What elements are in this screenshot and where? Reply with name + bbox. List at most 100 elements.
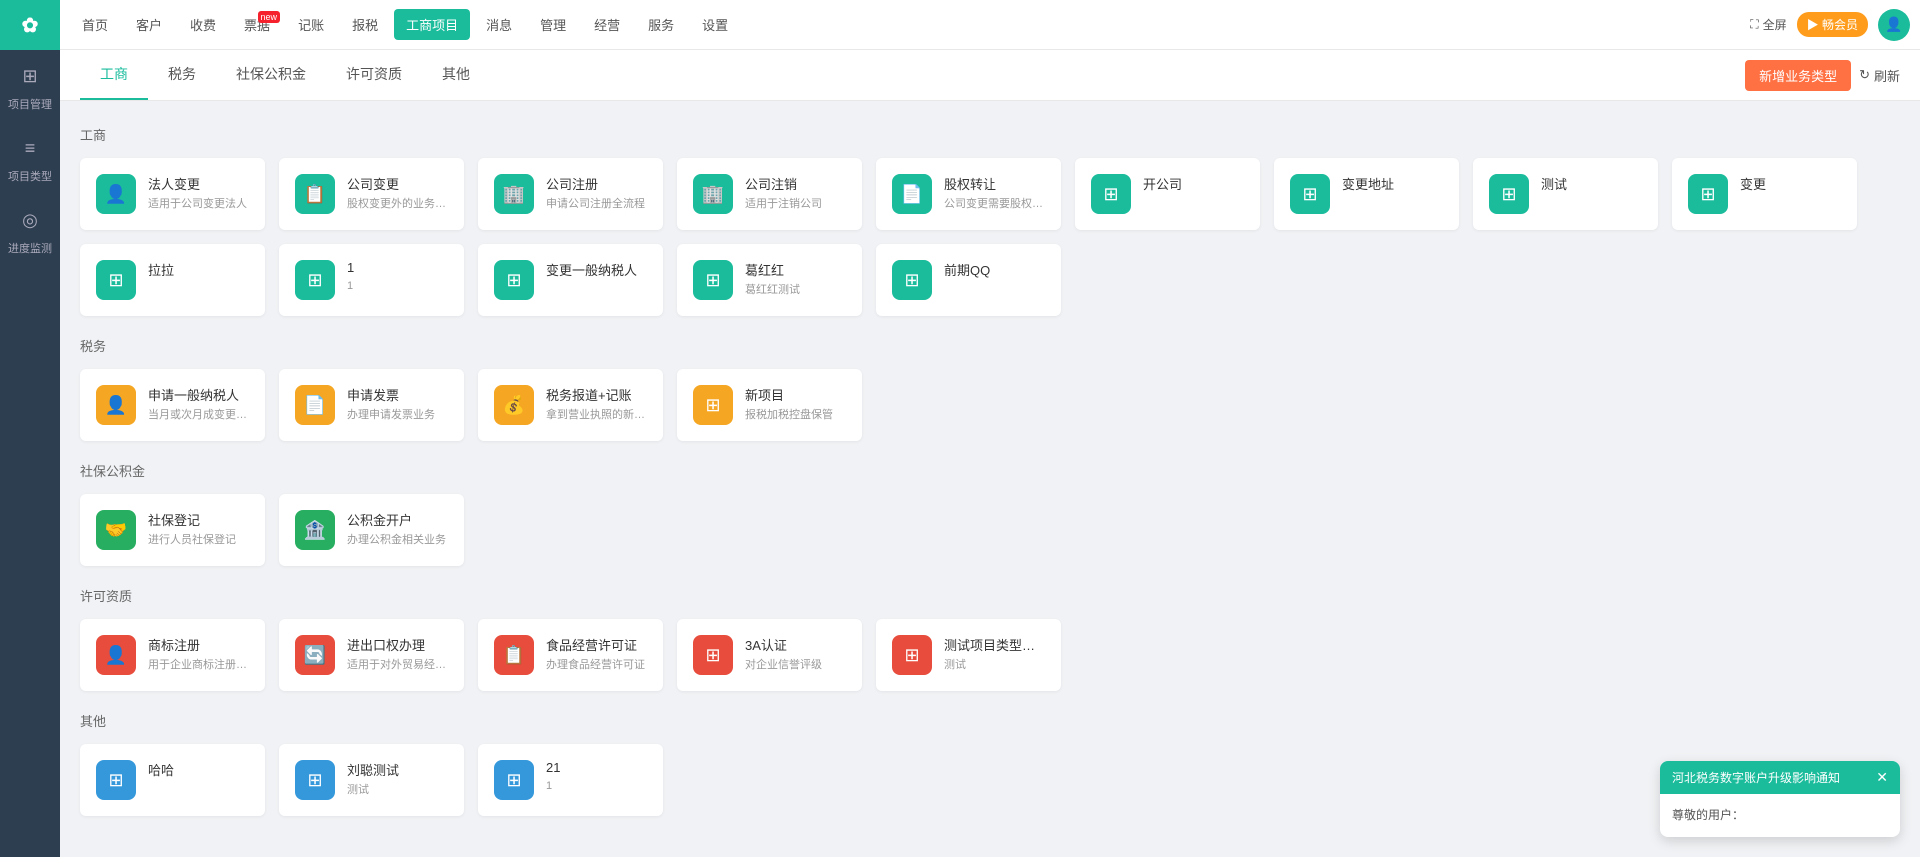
card-info-tax-report: 税务报道+记账 拿到营业执照的新公司 <box>546 385 647 423</box>
card-icon-fund-account: 🏦 <box>295 510 335 550</box>
card-info-company-change: 公司变更 股权变更外的业务变更 <box>347 174 448 212</box>
card-fund-account[interactable]: 🏦 公积金开户 办理公积金相关业务 <box>279 494 464 566</box>
notification-close[interactable]: ✕ <box>1876 769 1888 786</box>
card-info-social-register: 社保登记 进行人员社保登记 <box>148 510 249 548</box>
sidebar-item-label: 项目类型 <box>8 168 52 184</box>
page-content: 工商 税务 社保公积金 许可资质 其他 新增业务类型 ↻ 刷新 工商 👤 <box>60 50 1920 857</box>
card-apply-invoice[interactable]: 📄 申请发票 办理申请发票业务 <box>279 369 464 441</box>
card-icon-social-register: 🤝 <box>96 510 136 550</box>
tab-list: 工商 税务 社保公积金 许可资质 其他 <box>80 50 490 100</box>
card-open-company[interactable]: ⊞ 开公司 <box>1075 158 1260 230</box>
card-info-apply-invoice: 申请发票 办理申请发票业务 <box>347 385 448 423</box>
nav-billing[interactable]: 收费 <box>178 9 228 40</box>
tab-tax[interactable]: 税务 <box>148 50 216 100</box>
cards-grid-other: ⊞ 哈哈 ⊞ 刘聪测试 测试 ⊞ 21 <box>80 744 1900 816</box>
card-change-taxpayer[interactable]: ⊞ 变更一般纳税人 <box>478 244 663 316</box>
sidebar-item-progress[interactable]: ◎ 进度监测 <box>0 194 60 266</box>
card-info-company-cancel: 公司注销 适用于注销公司 <box>745 174 846 212</box>
refresh-icon: ↻ <box>1859 67 1870 83</box>
card-info-new-project: 新项目 报税加税控盘保管 <box>745 385 846 423</box>
nav-messages[interactable]: 消息 <box>474 9 524 40</box>
card-info-equity-transfer: 股权转让 公司变更需要股权转让 <box>944 174 1045 212</box>
card-new-project[interactable]: ⊞ 新项目 报税加税控盘保管 <box>677 369 862 441</box>
nav-operations[interactable]: 经营 <box>582 9 632 40</box>
tab-social[interactable]: 社保公积金 <box>216 50 326 100</box>
nav-tickets[interactable]: 票据 new <box>232 9 282 40</box>
card-food-license[interactable]: 📋 食品经营许可证 办理食品经营许可证 <box>478 619 663 691</box>
card-test-type[interactable]: ⊞ 测试项目类型目定义 测试 <box>876 619 1061 691</box>
card-import-export[interactable]: 🔄 进出口权办理 适用于对外贸易经营者 <box>279 619 464 691</box>
card-lala[interactable]: ⊞ 拉拉 <box>80 244 265 316</box>
card-ge-hong-hong[interactable]: ⊞ 葛红红 葛红红测试 <box>677 244 862 316</box>
new-type-button[interactable]: 新增业务类型 <box>1745 60 1851 91</box>
card-icon-new-project: ⊞ <box>693 385 733 425</box>
card-company-change[interactable]: 📋 公司变更 股权变更外的业务变更 <box>279 158 464 230</box>
card-info-trademark: 商标注册 用于企业商标注册服务 <box>148 635 249 673</box>
nav-service[interactable]: 服务 <box>636 9 686 40</box>
card-tax-report[interactable]: 💰 税务报道+记账 拿到营业执照的新公司 <box>478 369 663 441</box>
sidebar-item-project-mgmt[interactable]: ⊞ 项目管理 <box>0 50 60 122</box>
refresh-button[interactable]: ↻ 刷新 <box>1859 66 1900 85</box>
card-apply-taxpayer[interactable]: 👤 申请一般纳税人 当月或次月成变更完成 <box>80 369 265 441</box>
tab-industry[interactable]: 工商 <box>80 50 148 100</box>
card-icon-tax-report: 💰 <box>494 385 534 425</box>
card-info-haha: 哈哈 <box>148 760 249 783</box>
sidebar-item-project-type[interactable]: ≡ 项目类型 <box>0 122 60 194</box>
card-icon-legal-change: 👤 <box>96 174 136 214</box>
card-social-register[interactable]: 🤝 社保登记 进行人员社保登记 <box>80 494 265 566</box>
cards-grid-social: 🤝 社保登记 进行人员社保登记 🏦 公积金开户 办理公积金相关业务 <box>80 494 1900 566</box>
card-icon-open-company: ⊞ <box>1091 174 1131 214</box>
card-test[interactable]: ⊞ 测试 <box>1473 158 1658 230</box>
avatar[interactable]: 👤 <box>1878 9 1910 41</box>
card-change-address[interactable]: ⊞ 变更地址 <box>1274 158 1459 230</box>
cards-grid-license: 👤 商标注册 用于企业商标注册服务 🔄 进出口权办理 适用于对外贸易经营者 📋 <box>80 619 1900 691</box>
project-mgmt-icon: ⊞ <box>14 60 46 92</box>
card-haha[interactable]: ⊞ 哈哈 <box>80 744 265 816</box>
card-info-liu-cong: 刘聪测试 测试 <box>347 760 448 798</box>
card-company-register[interactable]: 🏢 公司注册 申请公司注册全流程 <box>478 158 663 230</box>
card-change[interactable]: ⊞ 变更 <box>1672 158 1857 230</box>
card-3a-cert[interactable]: ⊞ 3A认证 对企业信誉评级 <box>677 619 862 691</box>
card-21[interactable]: ⊞ 21 1 <box>478 744 663 816</box>
card-info-company-register: 公司注册 申请公司注册全流程 <box>546 174 647 212</box>
section-tax-title: 税务 <box>80 336 1900 355</box>
card-icon-item-1: ⊞ <box>295 260 335 300</box>
fullscreen-btn[interactable]: ⛶ 全屏 <box>1750 16 1786 33</box>
card-liu-cong[interactable]: ⊞ 刘聪测试 测试 <box>279 744 464 816</box>
nav-settings[interactable]: 设置 <box>690 9 740 40</box>
notification-title: 河北税务数字账户升级影响通知 <box>1672 769 1840 786</box>
card-info-open-company: 开公司 <box>1143 174 1244 197</box>
section-industry-title: 工商 <box>80 125 1900 144</box>
nav-industry[interactable]: 工商项目 <box>394 9 470 40</box>
vip-button[interactable]: ▶ 畅会员 <box>1797 12 1868 37</box>
card-icon-haha: ⊞ <box>96 760 136 800</box>
card-pre-qq[interactable]: ⊞ 前期QQ <box>876 244 1061 316</box>
nav-tax[interactable]: 报税 <box>340 9 390 40</box>
card-info-21: 21 1 <box>546 760 647 794</box>
card-info-change: 变更 <box>1740 174 1841 197</box>
card-legal-change[interactable]: 👤 法人变更 适用于公司变更法人 <box>80 158 265 230</box>
nav-home[interactable]: 首页 <box>70 9 120 40</box>
tab-other[interactable]: 其他 <box>422 50 490 100</box>
card-info-pre-qq: 前期QQ <box>944 260 1045 283</box>
section-license-title: 许可资质 <box>80 586 1900 605</box>
card-trademark[interactable]: 👤 商标注册 用于企业商标注册服务 <box>80 619 265 691</box>
card-icon-liu-cong: ⊞ <box>295 760 335 800</box>
video-icon: ▶ <box>1807 18 1819 32</box>
nav-accounting[interactable]: 记账 <box>286 9 336 40</box>
card-company-cancel[interactable]: 🏢 公司注销 适用于注销公司 <box>677 158 862 230</box>
card-icon-ge-hong-hong: ⊞ <box>693 260 733 300</box>
main-wrapper: 首页 客户 收费 票据 new 记账 报税 工商项目 消息 管理 经营 服务 设… <box>60 0 1920 857</box>
card-equity-transfer[interactable]: 📄 股权转让 公司变更需要股权转让 <box>876 158 1061 230</box>
sidebar-item-label: 项目管理 <box>8 96 52 112</box>
nav-manage[interactable]: 管理 <box>528 9 578 40</box>
card-icon-company-change: 📋 <box>295 174 335 214</box>
card-icon-3a-cert: ⊞ <box>693 635 733 675</box>
tab-license[interactable]: 许可资质 <box>326 50 422 100</box>
nav-client[interactable]: 客户 <box>124 9 174 40</box>
avatar-icon: 👤 <box>1885 16 1902 33</box>
card-item-1[interactable]: ⊞ 1 1 <box>279 244 464 316</box>
card-info-import-export: 进出口权办理 适用于对外贸易经营者 <box>347 635 448 673</box>
fullscreen-label: 全屏 <box>1763 16 1787 33</box>
top-nav-right: ⛶ 全屏 ▶ 畅会员 👤 <box>1750 9 1910 41</box>
